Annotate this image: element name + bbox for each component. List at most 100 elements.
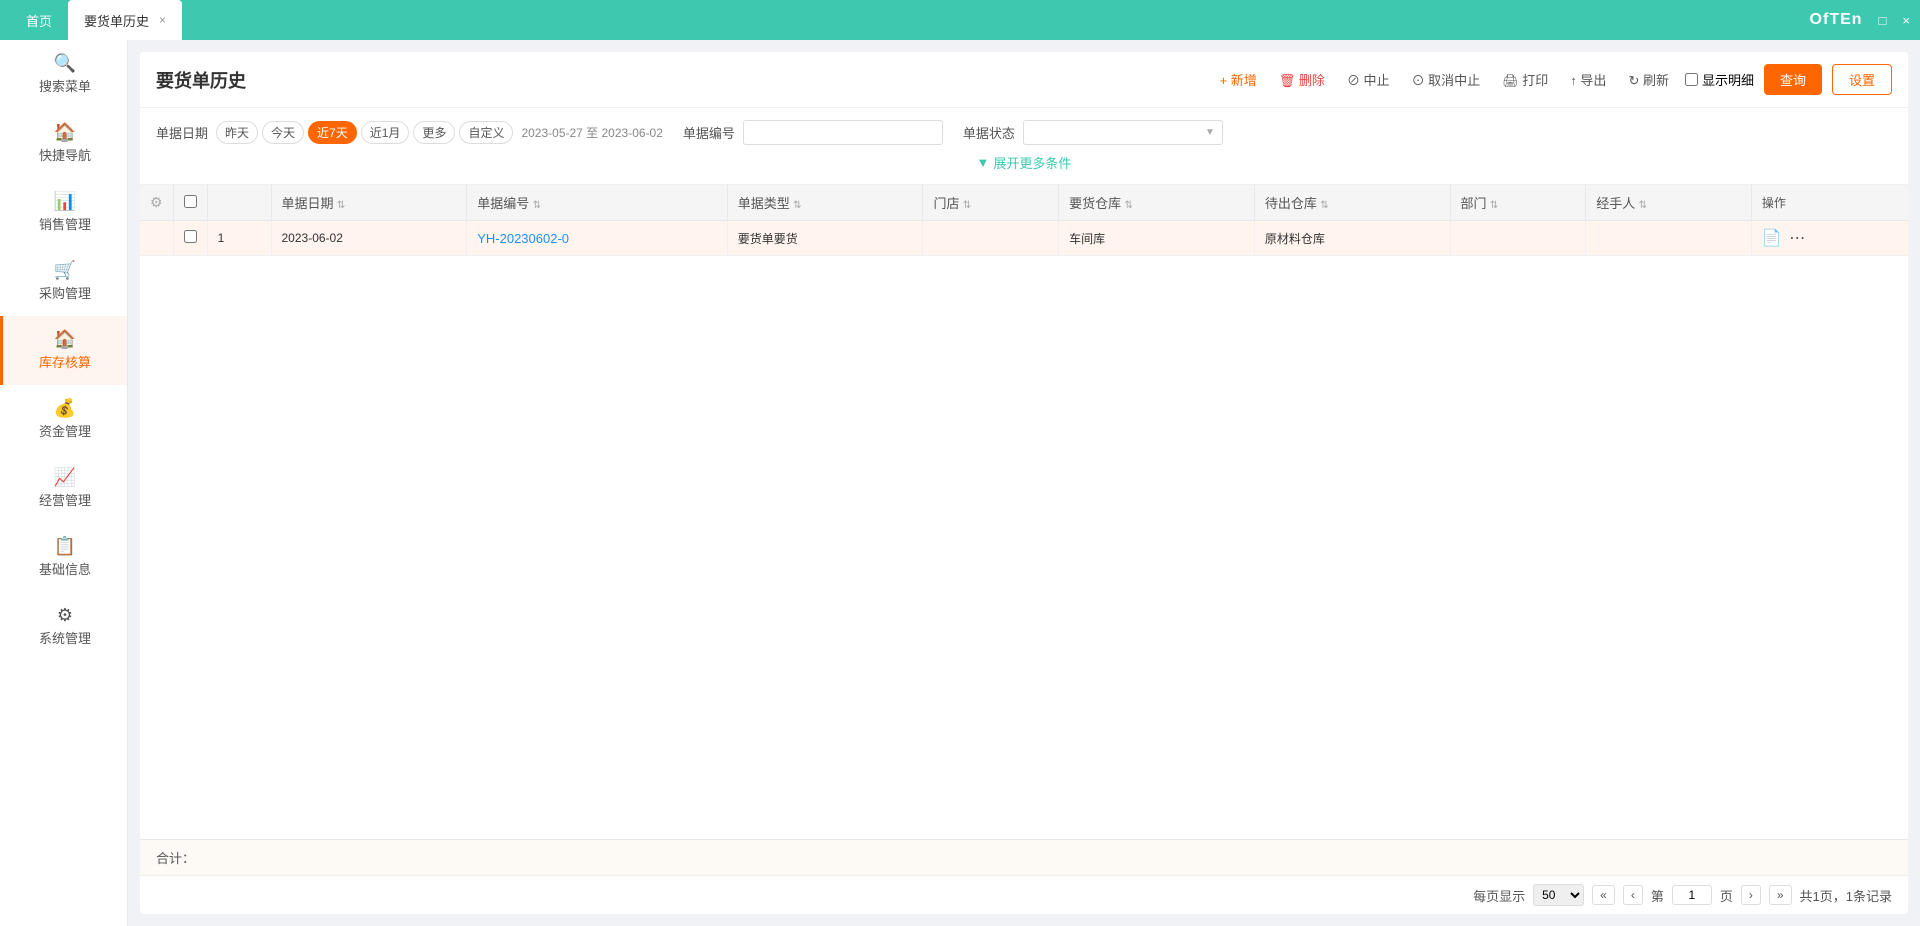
select-all-checkbox[interactable] [184, 195, 197, 208]
sales-mgmt-icon: 📊 [54, 192, 76, 210]
inventory-icon: 🏠 [54, 330, 76, 348]
display-detail-checkbox[interactable] [1685, 73, 1698, 86]
main-layout: 🔍 搜索菜单 🏠 快捷导航 📊 销售管理 🛒 采购管理 🏠 库存核算 💰 资金管… [0, 40, 1920, 926]
first-page-btn[interactable]: « [1592, 885, 1615, 905]
print-btn[interactable]: 🖨 打印 [1496, 66, 1554, 93]
date-filter-buttons: 昨天 今天 近7天 近1月 更多 自定义 [216, 121, 513, 144]
page-card: 要货单历史 + 新增 🗑 删除 ⊘ 中止 ⊙ 取消中止 🖨 打印 ↑ 导出 ↻ … [140, 52, 1908, 914]
sidebar-item-finance-mgmt[interactable]: 💰 资金管理 [0, 385, 127, 454]
window-close-btn[interactable]: × [1902, 13, 1910, 28]
status-filter-group: 单据状态 ▼ [963, 120, 1223, 145]
stop-btn[interactable]: ⊘ 中止 [1341, 66, 1396, 93]
td-docno: YH-20230602-0 [467, 221, 728, 256]
summary-label: 合计： [156, 848, 195, 867]
row-more-btn[interactable]: ⋯ [1789, 230, 1805, 247]
delete-btn[interactable]: 🗑 删除 [1273, 66, 1331, 93]
table-area: ⚙ 单据日期 ⇅ 单据编号 [140, 185, 1908, 839]
sidebar-item-sys-mgmt[interactable]: ⚙ 系统管理 [0, 592, 127, 661]
th-handler-sort-icon[interactable]: ⇅ [1639, 200, 1647, 211]
td-store [923, 221, 1059, 256]
th-dept[interactable]: 部门 ⇅ [1450, 185, 1586, 221]
row-checkbox[interactable] [184, 230, 197, 243]
sidebar-item-label-quick-nav: 快捷导航 [39, 145, 91, 164]
td-checkbox [173, 221, 207, 256]
sidebar-item-sales-mgmt[interactable]: 📊 销售管理 [0, 178, 127, 247]
sidebar-item-label-sys-mgmt: 系统管理 [39, 628, 91, 647]
prev-page-btn[interactable]: ‹ [1623, 885, 1643, 905]
settings-button[interactable]: 设置 [1832, 64, 1892, 95]
sidebar-item-basic-info[interactable]: 📋 基础信息 [0, 523, 127, 592]
expand-more-label: 展开更多条件 [993, 153, 1071, 172]
next-page-btn[interactable]: › [1741, 885, 1761, 905]
td-seq: 1 [207, 221, 271, 256]
th-pending-warehouse-sort-icon[interactable]: ⇅ [1320, 200, 1328, 211]
date-filter-label: 单据日期 [156, 123, 208, 142]
date-btn-more[interactable]: 更多 [413, 121, 455, 144]
th-docno-sort-icon[interactable]: ⇅ [533, 200, 541, 211]
th-handler[interactable]: 经手人 ⇅ [1586, 185, 1752, 221]
td-settings [140, 221, 173, 256]
th-store-sort-icon[interactable]: ⇅ [963, 200, 971, 211]
th-req-warehouse[interactable]: 要货仓库 ⇅ [1059, 185, 1255, 221]
sidebar-item-purchase-mgmt[interactable]: 🛒 采购管理 [0, 247, 127, 316]
th-docno-label: 单据编号 [477, 196, 529, 211]
status-select-wrapper: ▼ [1023, 120, 1223, 145]
top-bar-right: OfTEn □ × [1810, 11, 1910, 29]
row-view-btn[interactable]: 📄 [1762, 230, 1782, 247]
th-doctype[interactable]: 单据类型 ⇅ [727, 185, 923, 221]
docno-link[interactable]: YH-20230602-0 [477, 231, 569, 246]
pagination-bar: 每页显示 50 10 20 100 « ‹ 第 页 › » 共1页，1条记录 [140, 875, 1908, 914]
th-dept-sort-icon[interactable]: ⇅ [1490, 200, 1498, 211]
sidebar-item-label-inventory: 库存核算 [39, 352, 91, 371]
th-date[interactable]: 单据日期 ⇅ [271, 185, 467, 221]
cancel-stop-btn[interactable]: ⊙ 取消中止 [1406, 66, 1487, 93]
display-detail-label: 显示明细 [1685, 70, 1754, 89]
td-date: 2023-06-02 [271, 221, 467, 256]
page-number-input[interactable] [1672, 885, 1712, 905]
th-doctype-label: 单据类型 [738, 196, 790, 211]
date-btn-custom[interactable]: 自定义 [459, 121, 513, 144]
th-date-label: 单据日期 [282, 196, 334, 211]
th-pending-warehouse[interactable]: 待出仓库 ⇅ [1254, 185, 1450, 221]
th-settings[interactable]: ⚙ [140, 185, 173, 221]
window-maximize-btn[interactable]: □ [1879, 13, 1887, 28]
total-label: 共1页，1条记录 [1800, 886, 1892, 905]
th-date-sort-icon[interactable]: ⇅ [337, 200, 345, 211]
th-doctype-sort-icon[interactable]: ⇅ [793, 200, 801, 211]
docno-input[interactable] [743, 120, 943, 145]
query-button[interactable]: 查询 [1764, 64, 1822, 95]
th-docno[interactable]: 单据编号 ⇅ [467, 185, 728, 221]
th-checkbox [173, 185, 207, 221]
date-range-display: 2023-05-27 至 2023-06-02 [521, 124, 662, 141]
sidebar-item-ops-mgmt[interactable]: 📈 经营管理 [0, 454, 127, 523]
top-bar: 首页 要货单历史 × OfTEn □ × [0, 0, 1920, 40]
tab-active-label: 要货单历史 [84, 11, 149, 30]
date-btn-today[interactable]: 今天 [262, 121, 304, 144]
last-page-btn[interactable]: » [1769, 885, 1792, 905]
expand-more-btn[interactable]: ▼ 展开更多条件 [156, 153, 1892, 172]
th-store[interactable]: 门店 ⇅ [923, 185, 1059, 221]
new-btn[interactable]: + 新增 [1214, 66, 1263, 93]
refresh-btn[interactable]: ↻ 刷新 [1622, 66, 1675, 93]
sidebar-item-search-menu[interactable]: 🔍 搜索菜单 [0, 40, 127, 109]
export-btn[interactable]: ↑ 导出 [1564, 66, 1612, 93]
th-seq [207, 185, 271, 221]
tab-home[interactable]: 首页 [10, 0, 68, 40]
basic-info-icon: 📋 [54, 537, 76, 555]
td-dept [1450, 221, 1586, 256]
quick-nav-icon: 🏠 [54, 123, 76, 141]
status-filter-label: 单据状态 [963, 123, 1015, 142]
status-select[interactable] [1023, 120, 1223, 145]
tab-yaohuodan[interactable]: 要货单历史 × [68, 0, 182, 40]
td-req-warehouse: 车间库 [1059, 221, 1255, 256]
date-btn-yesterday[interactable]: 昨天 [216, 121, 258, 144]
sidebar-item-inventory[interactable]: 🏠 库存核算 [0, 316, 127, 385]
sidebar-item-quick-nav[interactable]: 🏠 快捷导航 [0, 109, 127, 178]
th-req-warehouse-sort-icon[interactable]: ⇅ [1124, 200, 1132, 211]
tab-close-btn[interactable]: × [159, 13, 166, 27]
date-btn-7days[interactable]: 近7天 [308, 121, 357, 144]
filter-area: 单据日期 昨天 今天 近7天 近1月 更多 自定义 2023-05-27 至 2… [140, 108, 1908, 185]
date-btn-1month[interactable]: 近1月 [361, 121, 410, 144]
table-settings-icon[interactable]: ⚙ [150, 194, 163, 210]
page-size-select[interactable]: 50 10 20 100 [1533, 884, 1584, 906]
